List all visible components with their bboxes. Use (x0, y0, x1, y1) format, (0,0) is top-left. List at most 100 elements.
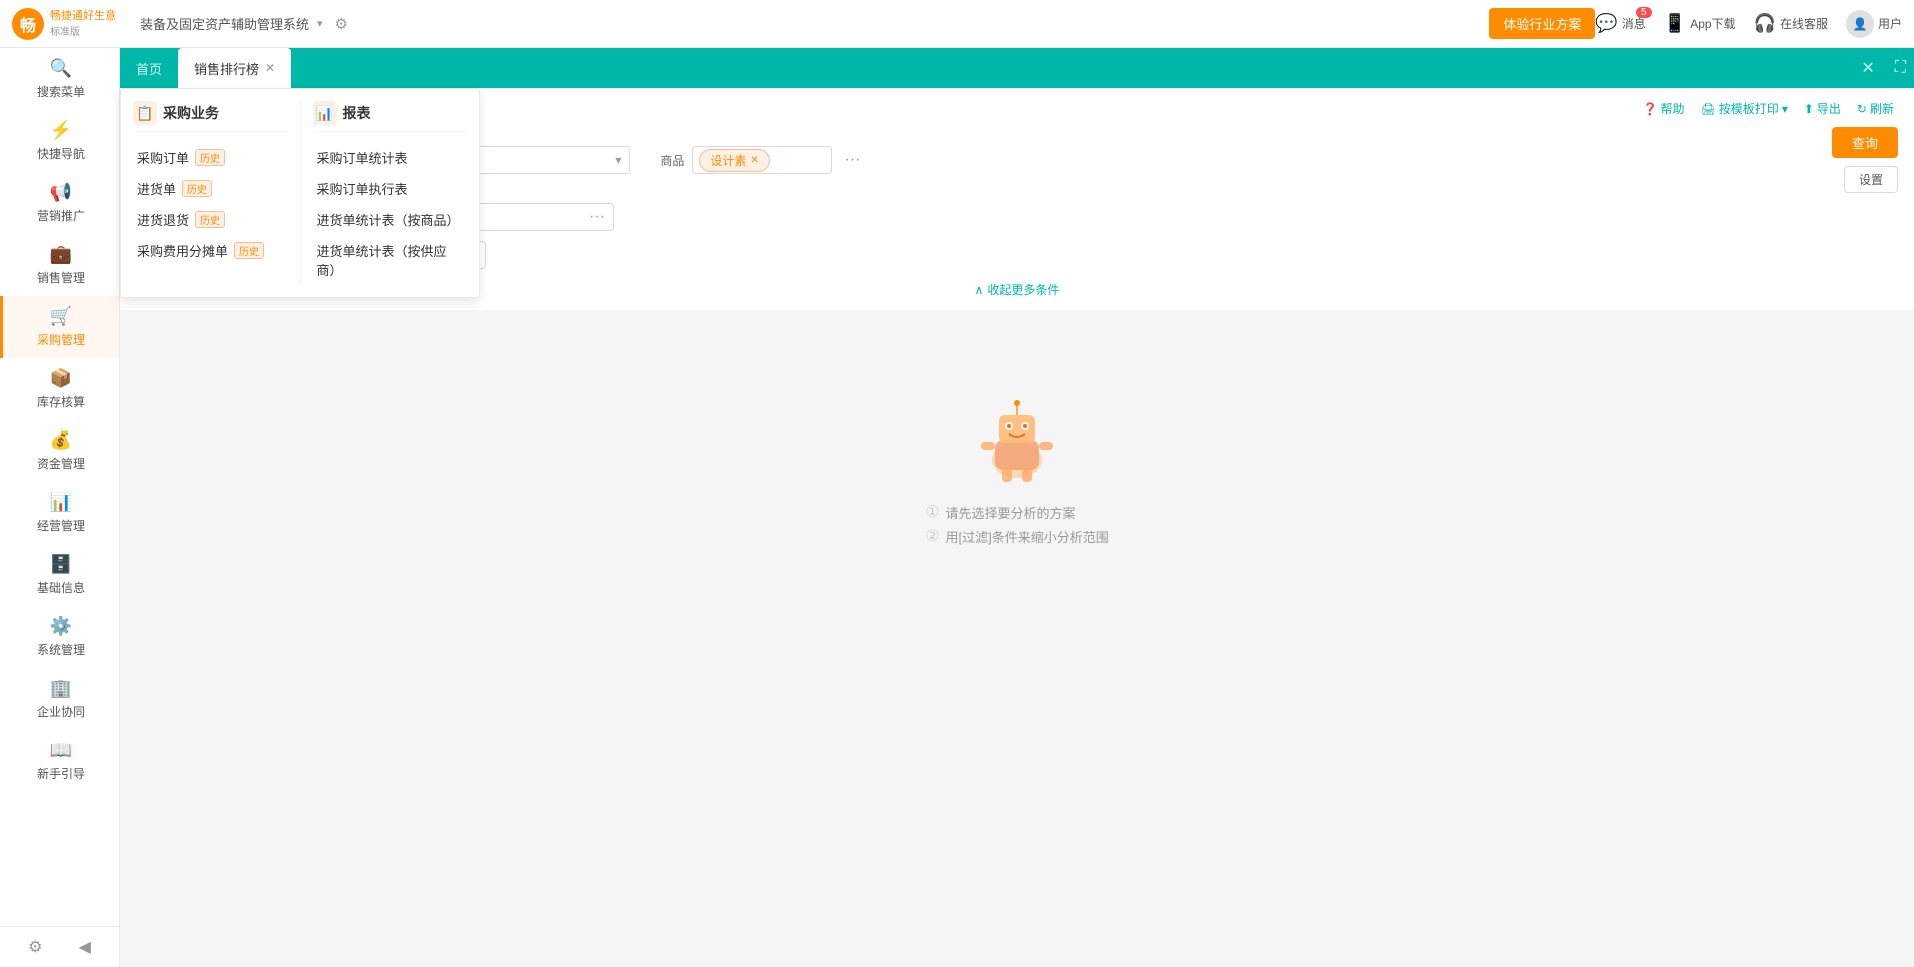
tab-sales-ranking[interactable]: 销售排行榜 ✕ (178, 48, 291, 88)
logo-text: 畅捷通好生意 (50, 9, 116, 23)
sidebar-item-purchase[interactable]: 🛒 采购管理 (0, 296, 119, 358)
sidebar-label-marketing: 营销推广 (37, 207, 85, 224)
export-link[interactable]: ⬆ 导出 (1804, 100, 1841, 117)
tab-sales-ranking-label: 销售排行榜 (194, 59, 259, 78)
goods-field: 商品 设计素 ✕ (642, 146, 832, 174)
empty-hint2: 用[过滤]条件来缩小分析范围 (946, 527, 1109, 546)
collapse-up-icon: ∧ (975, 283, 984, 297)
message-icon: 💬 (1595, 13, 1617, 34)
salesman-more-dots[interactable]: ··· (589, 208, 605, 226)
query-btn-wrap: 查询 设置 (1832, 127, 1898, 193)
goods-tag: 设计素 ✕ (699, 149, 769, 172)
sidebar-settings-button[interactable]: ⚙ (28, 937, 42, 957)
sidebar-label-operation: 经营管理 (37, 517, 85, 534)
query-button[interactable]: 查询 (1832, 127, 1898, 158)
empty-state: ① 请先选择要分析的方案 ② 用[过滤]条件来缩小分析范围 (120, 390, 1914, 546)
print-template-link[interactable]: 🖨 按模板打印 ▾ (1701, 100, 1788, 117)
dropdown-item-purchase-order-exec[interactable]: 采购订单执行表 (313, 173, 468, 204)
sidebar-item-operation[interactable]: 📊 经营管理 (0, 482, 119, 544)
industry-button[interactable]: 体验行业方案 (1489, 8, 1595, 39)
app-download-group[interactable]: 📱 App下载 (1664, 13, 1736, 34)
dropdown-item-purchase-order[interactable]: 采购订单 历史 (133, 142, 288, 173)
purchase-dropdown-menu: 📋 采购业务 采购订单 历史 进货单 历史 进货退货 历史 采购费用分摊单 历史… (120, 88, 480, 298)
sidebar-item-finance[interactable]: 💰 资金管理 (0, 420, 119, 482)
enterprise-icon: 🏢 (50, 678, 72, 699)
settings-button[interactable]: 设置 (1844, 166, 1898, 193)
dropdown-item-inbound[interactable]: 进货单 历史 (133, 173, 288, 204)
title-dropdown-arrow[interactable]: ▾ (317, 17, 323, 30)
inbound-return-label: 进货退货 (137, 210, 189, 229)
sidebar-item-enterprise[interactable]: 🏢 企业协同 (0, 668, 119, 730)
sidebar-item-inventory[interactable]: 📦 库存核算 (0, 358, 119, 420)
empty-hints: ① 请先选择要分析的方案 ② 用[过滤]条件来缩小分析范围 (925, 502, 1109, 546)
phone-icon: 📱 (1664, 13, 1686, 34)
voucher-status-dropdown-icon[interactable]: ▾ (615, 153, 621, 167)
app-download-label: App下载 (1690, 15, 1735, 32)
sidebar: 🔍 搜索菜单 ⚡ 快捷导航 📢 营销推广 💼 销售管理 🛒 采购管理 📦 库存核… (0, 48, 120, 967)
tabbar: 首页 销售排行榜 ✕ ✕ ⛶ (120, 48, 1914, 88)
tab-close-icon[interactable]: ✕ (265, 61, 275, 75)
collapse-label: 收起更多条件 (987, 281, 1059, 298)
system-title: 装备及固定资产辅助管理系统 ▾ ⚙ (140, 14, 1477, 33)
dropdown-item-inbound-stats-supplier[interactable]: 进货单统计表（按供应商） (313, 235, 468, 285)
dropdown-item-inbound-stats-goods[interactable]: 进货单统计表（按商品） (313, 204, 468, 235)
goods-tag-close[interactable]: ✕ (750, 155, 758, 166)
dropdown-item-inbound-return[interactable]: 进货退货 历史 (133, 204, 288, 235)
goods-label: 商品 (642, 152, 684, 169)
topbar-right: 💬 消息 5 📱 App下载 🎧 在线客服 👤 用户 (1595, 10, 1902, 38)
sidebar-bottom: ⚙ ◀ (0, 926, 119, 967)
inbound-stats-supplier-label: 进货单统计表（按供应商） (317, 241, 464, 279)
sidebar-label-sales: 销售管理 (37, 269, 85, 286)
inbound-history-badge: 历史 (182, 180, 212, 197)
user-label: 用户 (1878, 15, 1902, 32)
sales-icon: 💼 (50, 244, 72, 265)
tab-home[interactable]: 首页 (120, 48, 178, 88)
logo-area: 畅 畅捷通好生意 标准版 (12, 8, 132, 40)
headset-icon: 🎧 (1754, 13, 1776, 34)
export-icon: ⬆ (1804, 102, 1814, 116)
search-icon: 🔍 (50, 58, 72, 79)
marketing-icon: 📢 (50, 182, 72, 203)
goods-more-dots[interactable]: ··· (844, 151, 860, 169)
help-icon: ❓ (1643, 102, 1658, 116)
basic-icon: 🗄️ (50, 554, 72, 575)
dropdown-item-purchase-order-stats[interactable]: 采购订单统计表 (313, 142, 468, 173)
refresh-link[interactable]: ↻ 刷新 (1857, 100, 1894, 117)
online-service-group[interactable]: 🎧 在线客服 (1754, 13, 1828, 34)
sidebar-label-quicknav: 快捷导航 (37, 145, 85, 162)
inbound-label: 进货单 (137, 179, 176, 198)
tabbar-expand-button[interactable]: ⛶ (1887, 59, 1914, 77)
purchase-header-icon: 📋 (133, 101, 157, 125)
topbar: 畅 畅捷通好生意 标准版 装备及固定资产辅助管理系统 ▾ ⚙ 体验行业方案 💬 … (0, 0, 1914, 48)
purchase-col: 📋 采购业务 采购订单 历史 进货单 历史 进货退货 历史 采购费用分摊单 历史 (121, 101, 300, 285)
tab-home-label: 首页 (136, 59, 162, 78)
purchase-order-history-badge: 历史 (195, 149, 225, 166)
user-group[interactable]: 👤 用户 (1846, 10, 1902, 38)
message-group[interactable]: 💬 消息 5 (1595, 13, 1645, 34)
inbound-stats-goods-label: 进货单统计表（按商品） (317, 210, 460, 229)
tabbar-close-all-button[interactable]: ✕ (1849, 58, 1886, 78)
sidebar-item-newbie[interactable]: 📖 新手引导 (0, 730, 119, 792)
system-gear-button[interactable]: ⚙ (335, 15, 348, 33)
sidebar-item-sales[interactable]: 💼 销售管理 (0, 234, 119, 296)
quicknav-icon: ⚡ (50, 120, 72, 141)
sidebar-item-marketing[interactable]: 📢 营销推广 (0, 172, 119, 234)
sidebar-label-enterprise: 企业协同 (37, 703, 85, 720)
sidebar-label-finance: 资金管理 (37, 455, 85, 472)
sidebar-item-search[interactable]: 🔍 搜索菜单 (0, 48, 119, 110)
finance-icon: 💰 (50, 430, 72, 451)
dropdown-item-purchase-expense[interactable]: 采购费用分摊单 历史 (133, 235, 288, 266)
logo-sub: 标准版 (50, 23, 116, 38)
inbound-return-history-badge: 历史 (195, 211, 225, 228)
help-link[interactable]: ❓ 帮助 (1643, 100, 1685, 117)
newbie-icon: 📖 (50, 740, 72, 761)
sidebar-collapse-button[interactable]: ◀ (79, 937, 91, 957)
purchase-expense-history-badge: 历史 (234, 242, 264, 259)
sidebar-item-basic[interactable]: 🗄️ 基础信息 (0, 544, 119, 606)
sidebar-item-system[interactable]: ⚙️ 系统管理 (0, 606, 119, 668)
purchase-icon: 🛒 (50, 306, 72, 327)
report-col-header: 📊 报表 (313, 101, 468, 132)
print-dropdown-icon[interactable]: ▾ (1782, 102, 1788, 116)
purchase-order-exec-label: 采购订单执行表 (317, 179, 408, 198)
sidebar-item-quicknav[interactable]: ⚡ 快捷导航 (0, 110, 119, 172)
